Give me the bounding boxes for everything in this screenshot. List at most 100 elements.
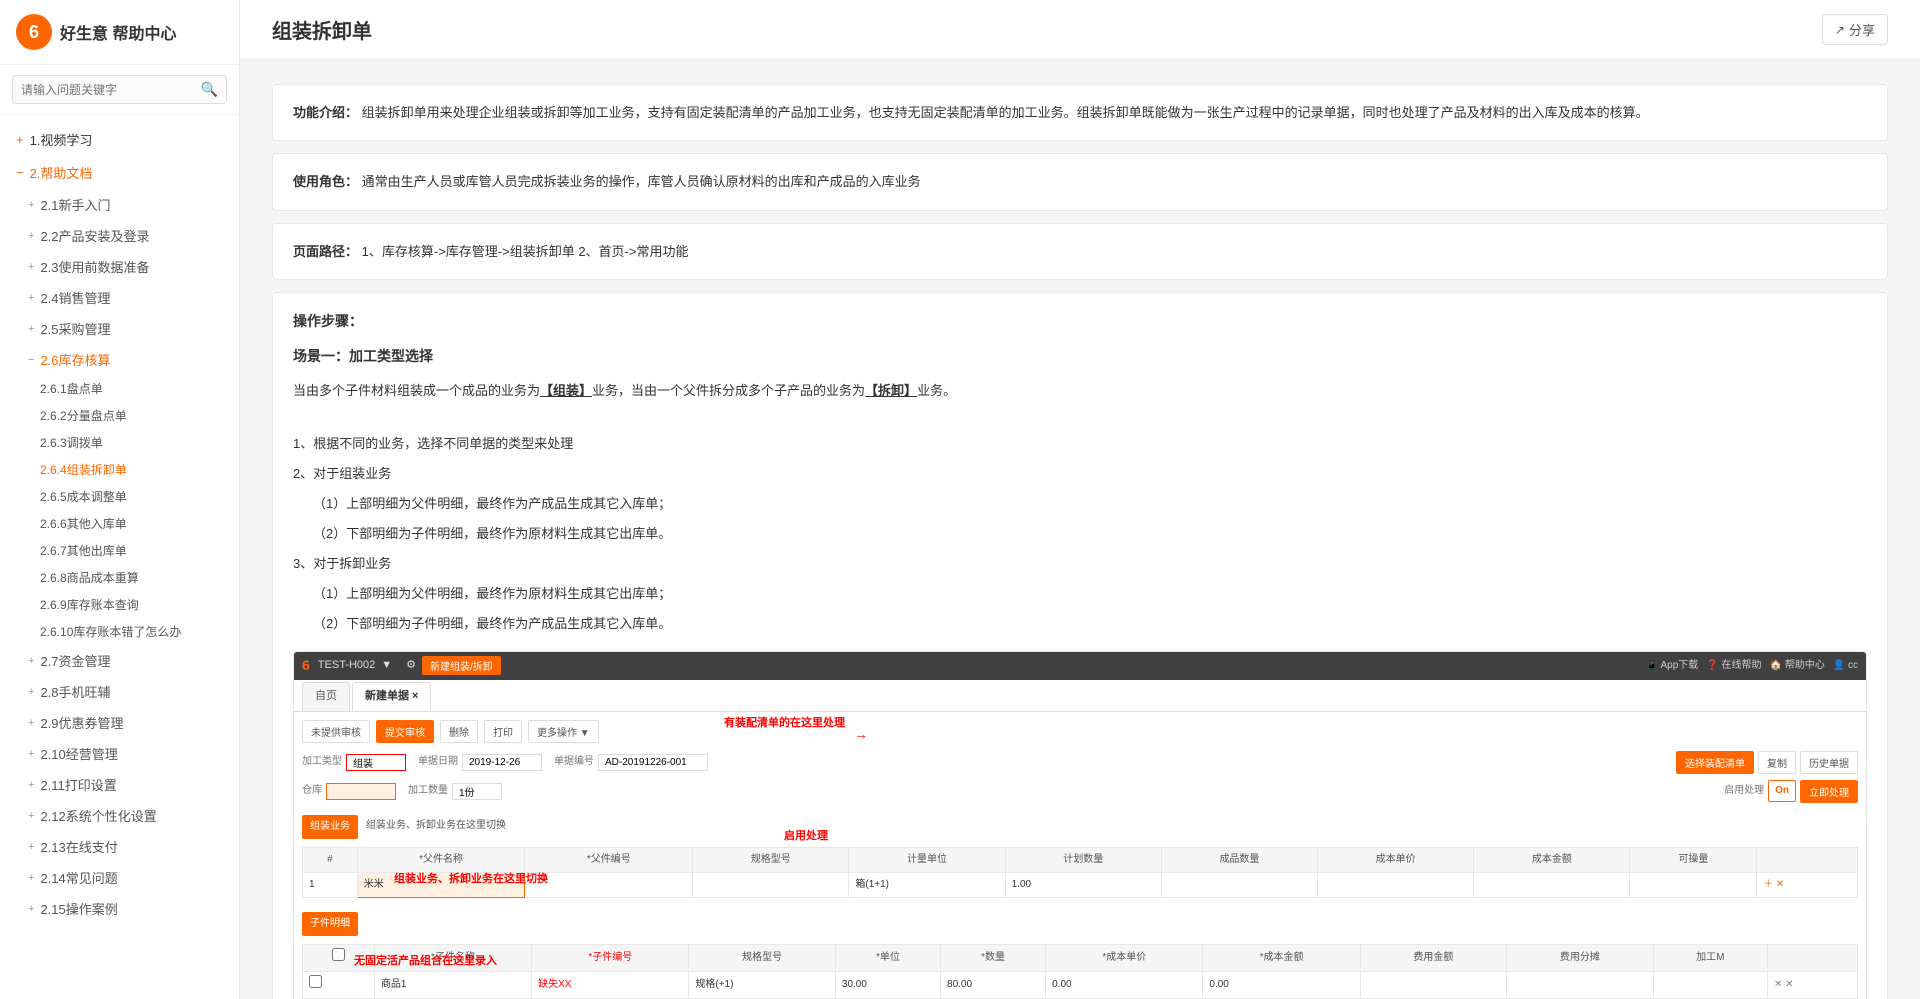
sw-topbar: 6 TEST-H002 ▼ ⚙ 新建组装/拆卸 📱 App下载 ❓ 在线帮助 🏠…	[294, 652, 1866, 680]
table-row: 商品1 缺失XX 规格(+1) 30.00 80.00 0.00 0.00	[303, 971, 1858, 998]
step2-sub2: （2）下部明细为子件明细，最终作为原材料生成其它出库单。	[293, 521, 1867, 547]
annotation4-text: 无固定活产品组合在这里录入	[354, 952, 497, 972]
nav-sub-header-2-2[interactable]: + 2.2产品安装及登录	[0, 220, 239, 251]
td-spec-1	[693, 872, 849, 897]
lr-cost-a-1: 0.00	[1203, 971, 1360, 998]
sub-plus-icon-2-12: +	[28, 810, 34, 822]
sw-screenshot: 6 TEST-H002 ▼ ⚙ 新建组装/拆卸 📱 App下载 ❓ 在线帮助 🏠…	[294, 652, 1866, 999]
sw-copy-btn[interactable]: 复制	[1758, 751, 1796, 774]
sub-plus-icon-2-2: +	[28, 230, 34, 242]
nav-leaf-2-6-7[interactable]: 2.6.7其他出库单	[0, 537, 239, 564]
nav-section-header-2[interactable]: − 2.帮助文档	[0, 156, 239, 189]
nav-sub-header-2-15[interactable]: + 2.15操作案例	[0, 893, 239, 924]
sw-type-label: 加工类型	[302, 753, 342, 771]
nav-sub-header-2-11[interactable]: + 2.11打印设置	[0, 769, 239, 800]
nav-sub-header-2-9[interactable]: + 2.9优惠券管理	[0, 707, 239, 738]
nav-sub-header-2-4[interactable]: + 2.4销售管理	[0, 282, 239, 313]
sw-lower-table-header: *子件名称 *子件编号 规格型号 *单位 *数量 *成本单价 *成本金额 费用金…	[303, 944, 1858, 971]
sw-new-btn[interactable]: 新建组装/拆卸	[422, 656, 501, 675]
lth-check-all[interactable]	[332, 948, 345, 961]
th-sku-no: *父件编号	[525, 847, 693, 872]
sw-field-warehouse: 仓库	[302, 782, 396, 800]
step2: 2、对于组装业务	[293, 461, 1867, 487]
share-button[interactable]: ↗ 分享	[1822, 14, 1888, 45]
nav-sub-label-2-3: 2.3使用前数据准备	[40, 257, 149, 276]
sub-plus-icon-2-13: +	[28, 841, 34, 853]
block3-content: 1、库存核算->库存管理->组装拆卸单 2、首页->常用功能	[362, 244, 689, 259]
search-box[interactable]: 🔍	[12, 75, 227, 104]
th-qty-plan: 计划数量	[1005, 847, 1161, 872]
search-input[interactable]	[21, 83, 201, 97]
nav-leaf-2-6-10[interactable]: 2.6.10库存账本错了怎么办	[0, 618, 239, 645]
block2-content: 通常由生产人员或库管人员完成拆装业务的操作，库管人员确认原材料的出库和产成品的入…	[362, 174, 921, 189]
search-area: 🔍	[0, 65, 239, 115]
td-qty-actual-1	[1161, 872, 1317, 897]
search-icon[interactable]: 🔍	[201, 81, 218, 98]
sw-btn-print[interactable]: 打印	[484, 720, 522, 743]
sub-plus-icon-2-9: +	[28, 717, 34, 729]
th-unit: 计量单位	[849, 847, 1005, 872]
nav-leaf-2-6-5[interactable]: 2.6.5成本调整单	[0, 483, 239, 510]
sw-wh-label: 仓库	[302, 782, 322, 800]
nav-leaf-2-6-4[interactable]: 2.6.4组装拆卸单	[0, 456, 239, 483]
th-cost-total: 成本金额	[1474, 847, 1630, 872]
nav-sub-header-2-7[interactable]: + 2.7资金管理	[0, 645, 239, 676]
nav-leaf-2-6-6[interactable]: 2.6.6其他入库单	[0, 510, 239, 537]
nav-sub-header-2-13[interactable]: + 2.13在线支付	[0, 831, 239, 862]
lr-spec-1: 规格(+1)	[689, 971, 835, 998]
lr-check-1[interactable]	[309, 975, 322, 988]
sw-date-input[interactable]	[462, 754, 542, 771]
nav-sub-header-2-12[interactable]: + 2.12系统个性化设置	[0, 800, 239, 831]
nav-sub-header-2-6[interactable]: − 2.6库存核算	[0, 344, 239, 375]
sw-assem-btn[interactable]: 选择装配清单	[1676, 751, 1754, 774]
topbar: 组装拆卸单 ↗ 分享	[240, 0, 1920, 60]
nav-section-header-1[interactable]: + 1.视频学习	[0, 123, 239, 156]
sub-plus-icon-2-10: +	[28, 748, 34, 760]
sw-confirm-btn[interactable]: 立即处理	[1800, 780, 1858, 803]
sw-btn-save[interactable]: 未提供审核	[302, 720, 370, 743]
block2-label: 使用角色：	[293, 174, 358, 189]
screenshot-container: 6 TEST-H002 ▼ ⚙ 新建组装/拆卸 📱 App下载 ❓ 在线帮助 🏠…	[293, 651, 1867, 999]
nav-leaf-2-6-2[interactable]: 2.6.2分量盘点单	[0, 402, 239, 429]
nav-label-1: 1.视频学习	[30, 130, 93, 149]
nav-sub-header-2-5[interactable]: + 2.5采购管理	[0, 313, 239, 344]
sw-qty-input[interactable]	[452, 783, 502, 800]
nav-sub-header-2-3[interactable]: + 2.3使用前数据准备	[0, 251, 239, 282]
nav-leaf-2-6-1[interactable]: 2.6.1盘点单	[0, 375, 239, 402]
sw-date-label: 单据日期	[418, 753, 458, 771]
sw-no-input[interactable]	[598, 754, 708, 771]
th-op	[1757, 847, 1858, 872]
nav-tree: + 1.视频学习 − 2.帮助文档 + 2.1新手入门 + 2.2产品安装及登录	[0, 115, 239, 999]
sub-plus-icon-2-8: +	[28, 686, 34, 698]
sub-plus-icon-2-7: +	[28, 655, 34, 667]
sw-field-qty: 加工数量	[408, 782, 502, 800]
td-unit-1: 箱(1+1)	[849, 872, 1005, 897]
nav-leaf-2-6-9[interactable]: 2.6.9库存账本查询	[0, 591, 239, 618]
sw-field-type: 加工类型	[302, 753, 406, 771]
sw-history-btn[interactable]: 历史单据	[1800, 751, 1858, 774]
sw-type-input[interactable]	[346, 754, 406, 771]
th-available: 可操量	[1630, 847, 1757, 872]
block3-label: 页面路径：	[293, 244, 358, 259]
nav-sub-label-2-15: 2.15操作案例	[40, 899, 117, 918]
sw-tab-home[interactable]: 自页	[302, 682, 350, 711]
content-area: 功能介绍： 组装拆卸单用来处理企业组装或拆卸等加工业务，支持有固定装配清单的产品…	[240, 60, 1920, 999]
nav-leaf-2-6-8[interactable]: 2.6.8商品成本重算	[0, 564, 239, 591]
nav-leaf-2-6-3[interactable]: 2.6.3调拨单	[0, 429, 239, 456]
sw-tab-new[interactable]: 新建单据 ×	[352, 682, 431, 711]
nav-sub-header-2-14[interactable]: + 2.14常见问题	[0, 862, 239, 893]
sw-wh-input[interactable]	[326, 783, 396, 800]
nav-sub-header-2-1[interactable]: + 2.1新手入门	[0, 189, 239, 220]
block1-content: 组装拆卸单用来处理企业组装或拆卸等加工业务，支持有固定装配清单的产品加工业务，也…	[362, 105, 1649, 120]
sw-btn-delete[interactable]: 删除	[440, 720, 478, 743]
lr-sku-1: 商品1	[374, 971, 531, 998]
nav-sub-header-2-10[interactable]: + 2.10经营管理	[0, 738, 239, 769]
sw-center-icon: 🏠 帮助中心	[1770, 657, 1825, 675]
td-op-1[interactable]: ＋ ✕	[1757, 872, 1858, 897]
sub-plus-icon-2-5: +	[28, 323, 34, 335]
nav-sub-label-2-8: 2.8手机旺辅	[40, 682, 110, 701]
sw-btn-submit[interactable]: 提交审核	[376, 720, 434, 743]
nav-sub-header-2-8[interactable]: + 2.8手机旺辅	[0, 676, 239, 707]
sw-btn-more[interactable]: 更多操作 ▼	[528, 720, 599, 743]
sw-active-toggle[interactable]: On	[1768, 780, 1796, 802]
